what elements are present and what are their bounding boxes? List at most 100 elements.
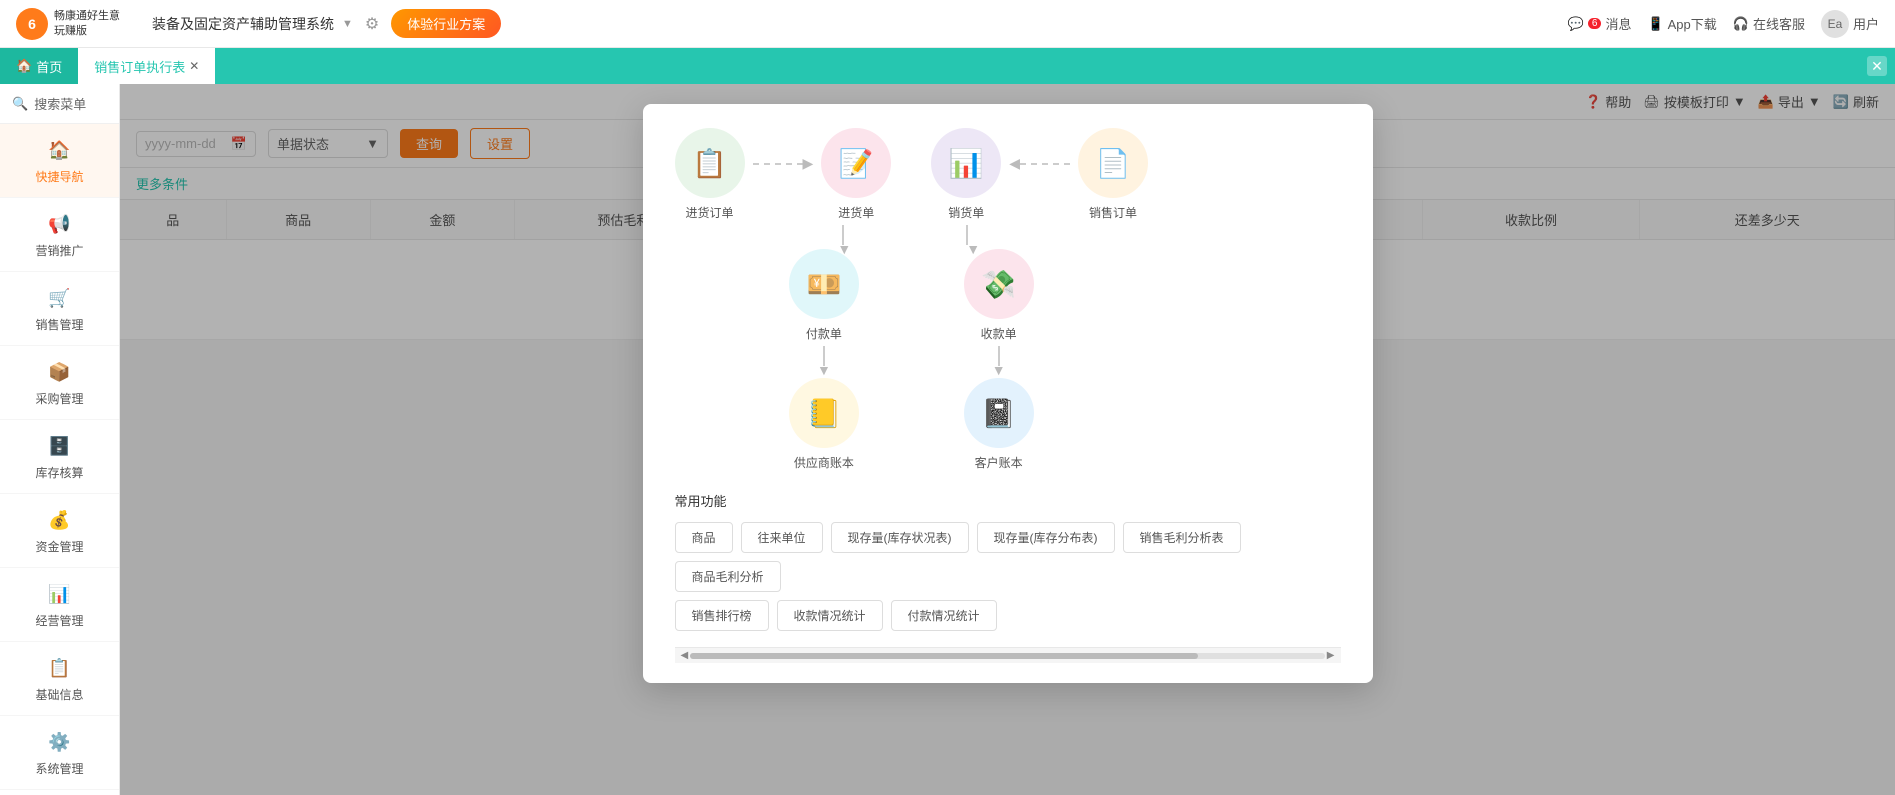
close-all-tabs-button[interactable]: ✕ (1867, 56, 1887, 76)
logo-text: 畅康通好生意 玩赚版 (54, 9, 120, 38)
flow-node-sales-bill[interactable]: 📊 销货单 (931, 128, 1001, 221)
flow-node-receipt[interactable]: 💸 收款单 (964, 249, 1034, 342)
modal-scrollbar: ◀ ▶ (675, 647, 1341, 663)
supplier-ledger-label: 供应商账本 (794, 454, 854, 471)
logo-icon: 6 (16, 8, 48, 40)
flow-node-customer-ledger[interactable]: 📓 客户账本 (964, 378, 1034, 471)
app-download-button[interactable]: 📱 App下载 (1647, 14, 1716, 33)
customer-ledger-icon: 📓 (981, 397, 1016, 430)
message-badge: 6 (1588, 18, 1602, 29)
scroll-track[interactable] (690, 653, 1325, 659)
finance-icon: 💰 (46, 506, 74, 534)
func-btn-collection-stats[interactable]: 收款情况统计 (777, 600, 883, 631)
sales-order-icon: 📄 (1096, 147, 1131, 180)
customer-service-button[interactable]: 🎧 在线客服 (1733, 14, 1805, 33)
down-arrow-2: ▼ (817, 362, 831, 378)
system-label: 系统管理 (35, 760, 83, 777)
sidebar-item-inventory[interactable]: 🗄️ 库存核算 (0, 420, 119, 494)
gear-icon[interactable]: ⚙ (365, 14, 379, 34)
sidebar-item-enterprise[interactable]: 🤝 企业协同 (0, 790, 119, 795)
flow-node-sales-order[interactable]: 📄 销售订单 (1078, 128, 1148, 221)
tab-sales-orders[interactable]: 销售订单执行表 ✕ (78, 48, 215, 84)
flow-node-purchase-bill[interactable]: 📝 进货单 (821, 128, 891, 221)
top-right-area: 💬 6 消息 📱 App下载 🎧 在线客服 Ea 用户 (1568, 10, 1879, 38)
scroll-right-arrow[interactable]: ▶ (1325, 650, 1337, 661)
sales-row: 📊 销货单 ◀ (931, 128, 1148, 221)
tab-close-icon[interactable]: ✕ (189, 59, 199, 73)
main-layout: 🔍 搜索菜单 🏠 快捷导航 📢 营销推广 🛒 销售管理 📦 采购管理 🗄️ 库存… (0, 84, 1895, 795)
scroll-left-arrow[interactable]: ◀ (679, 650, 691, 661)
service-icon: 🎧 (1733, 16, 1749, 32)
sidebar-item-system[interactable]: ⚙️ 系统管理 (0, 716, 119, 790)
payment-section: 💴 付款单 ▼ 📒 (789, 249, 859, 471)
sidebar-item-marketing[interactable]: 📢 营销推广 (0, 198, 119, 272)
func-btn-sales-ranking[interactable]: 销售排行榜 (675, 600, 769, 631)
purchase-order-icon: 📋 (692, 147, 727, 180)
arrowhead-1: ▶ (803, 155, 814, 172)
arrow-right-2: ◀ (1001, 155, 1078, 172)
dashed-line-1 (753, 163, 803, 165)
purchase-row: 📋 进货订单 ▶ (675, 128, 892, 221)
purchase-order-circle: 📋 (675, 128, 745, 198)
user-label: 用户 (1853, 14, 1879, 33)
flow-node-supplier-ledger[interactable]: 📒 供应商账本 (789, 378, 859, 471)
common-functions-section: 常用功能 商品 往来单位 现存量(库存状况表) 现存量(库存分布表) 销售毛利分… (675, 491, 1341, 631)
download-icon: 📱 (1647, 16, 1663, 32)
flow-diagram: 📋 进货订单 ▶ (675, 128, 1341, 471)
customer-ledger-label: 客户账本 (975, 454, 1023, 471)
sales-bill-icon: 📊 (949, 147, 984, 180)
sidebar-item-basic-info[interactable]: 📋 基础信息 (0, 642, 119, 716)
flow-node-purchase-order[interactable]: 📋 进货订单 (675, 128, 745, 221)
trial-button[interactable]: 体验行业方案 (391, 9, 501, 38)
func-btn-product[interactable]: 商品 (675, 522, 733, 553)
search-menu-button[interactable]: 🔍 搜索菜单 (0, 84, 119, 124)
user-area[interactable]: Ea 用户 (1821, 10, 1879, 38)
function-buttons-row-1: 商品 往来单位 现存量(库存状况表) 现存量(库存分布表) 销售毛利分析表 商品… (675, 522, 1341, 592)
marketing-label: 营销推广 (35, 242, 83, 259)
tab-home[interactable]: 🏠 首页 (0, 48, 78, 84)
app-download-label: App下载 (1668, 14, 1717, 33)
sidebar-item-finance[interactable]: 💰 资金管理 (0, 494, 119, 568)
modal-overlay[interactable]: 📋 进货订单 ▶ (120, 84, 1895, 795)
func-btn-stock-dist[interactable]: 现存量(库存分布表) (977, 522, 1115, 553)
sidebar-item-sales[interactable]: 🛒 销售管理 (0, 272, 119, 346)
sidebar-item-purchase[interactable]: 📦 采购管理 (0, 346, 119, 420)
supplier-ledger-icon: 📒 (806, 397, 841, 430)
func-btn-partners[interactable]: 往来单位 (741, 522, 823, 553)
operations-icon: 📊 (46, 580, 74, 608)
message-icon: 💬 (1568, 16, 1584, 32)
content-area: ❓ 帮助 🖨 按模板打印 ▼ 📤 导出 ▼ 🔄 刷新 yyyy-mm-dd (120, 84, 1895, 795)
tab-bar: 🏠 首页 销售订单执行表 ✕ ✕ (0, 48, 1895, 84)
flow-node-payment[interactable]: 💴 付款单 (789, 249, 859, 342)
message-button[interactable]: 💬 6 消息 (1568, 14, 1632, 33)
quick-guide-modal: 📋 进货订单 ▶ (643, 104, 1373, 683)
purchase-flow-section: 📋 进货订单 ▶ (675, 128, 892, 471)
payment-label: 付款单 (806, 325, 842, 342)
sales-flow-section: 📊 销货单 ◀ (931, 128, 1148, 471)
tab-home-label: 首页 (36, 57, 62, 76)
func-btn-stock-status[interactable]: 现存量(库存状况表) (831, 522, 969, 553)
purchase-bill-icon: 📝 (839, 147, 874, 180)
arrowhead-2: ◀ (1009, 155, 1020, 172)
receipt-section: 💸 收款单 ▼ 📓 (964, 249, 1034, 471)
purchase-bill-label: 进货单 (838, 204, 874, 221)
purchase-icon: 📦 (46, 358, 74, 386)
customer-ledger-circle: 📓 (964, 378, 1034, 448)
sidebar: 🔍 搜索菜单 🏠 快捷导航 📢 营销推广 🛒 销售管理 📦 采购管理 🗄️ 库存… (0, 84, 120, 795)
func-btn-payment-stats[interactable]: 付款情况统计 (891, 600, 997, 631)
purchase-order-label: 进货订单 (685, 204, 733, 221)
sales-order-label: 销售订单 (1089, 204, 1137, 221)
sales-order-circle: 📄 (1078, 128, 1148, 198)
message-label: 消息 (1605, 14, 1631, 33)
sales-bill-label: 销货单 (948, 204, 984, 221)
sales-icon: 🛒 (46, 284, 74, 312)
scroll-thumb (690, 653, 1198, 659)
search-menu-label: 搜索菜单 (34, 94, 86, 113)
func-btn-sales-margin[interactable]: 销售毛利分析表 (1123, 522, 1241, 553)
sidebar-item-quick-guide[interactable]: 🏠 快捷导航 (0, 124, 119, 198)
sidebar-item-operations[interactable]: 📊 经营管理 (0, 568, 119, 642)
func-btn-product-margin[interactable]: 商品毛利分析 (675, 561, 781, 592)
system-dropdown-icon[interactable]: ▼ (342, 18, 353, 30)
receipt-label: 收款单 (981, 325, 1017, 342)
payment-circle: 💴 (789, 249, 859, 319)
